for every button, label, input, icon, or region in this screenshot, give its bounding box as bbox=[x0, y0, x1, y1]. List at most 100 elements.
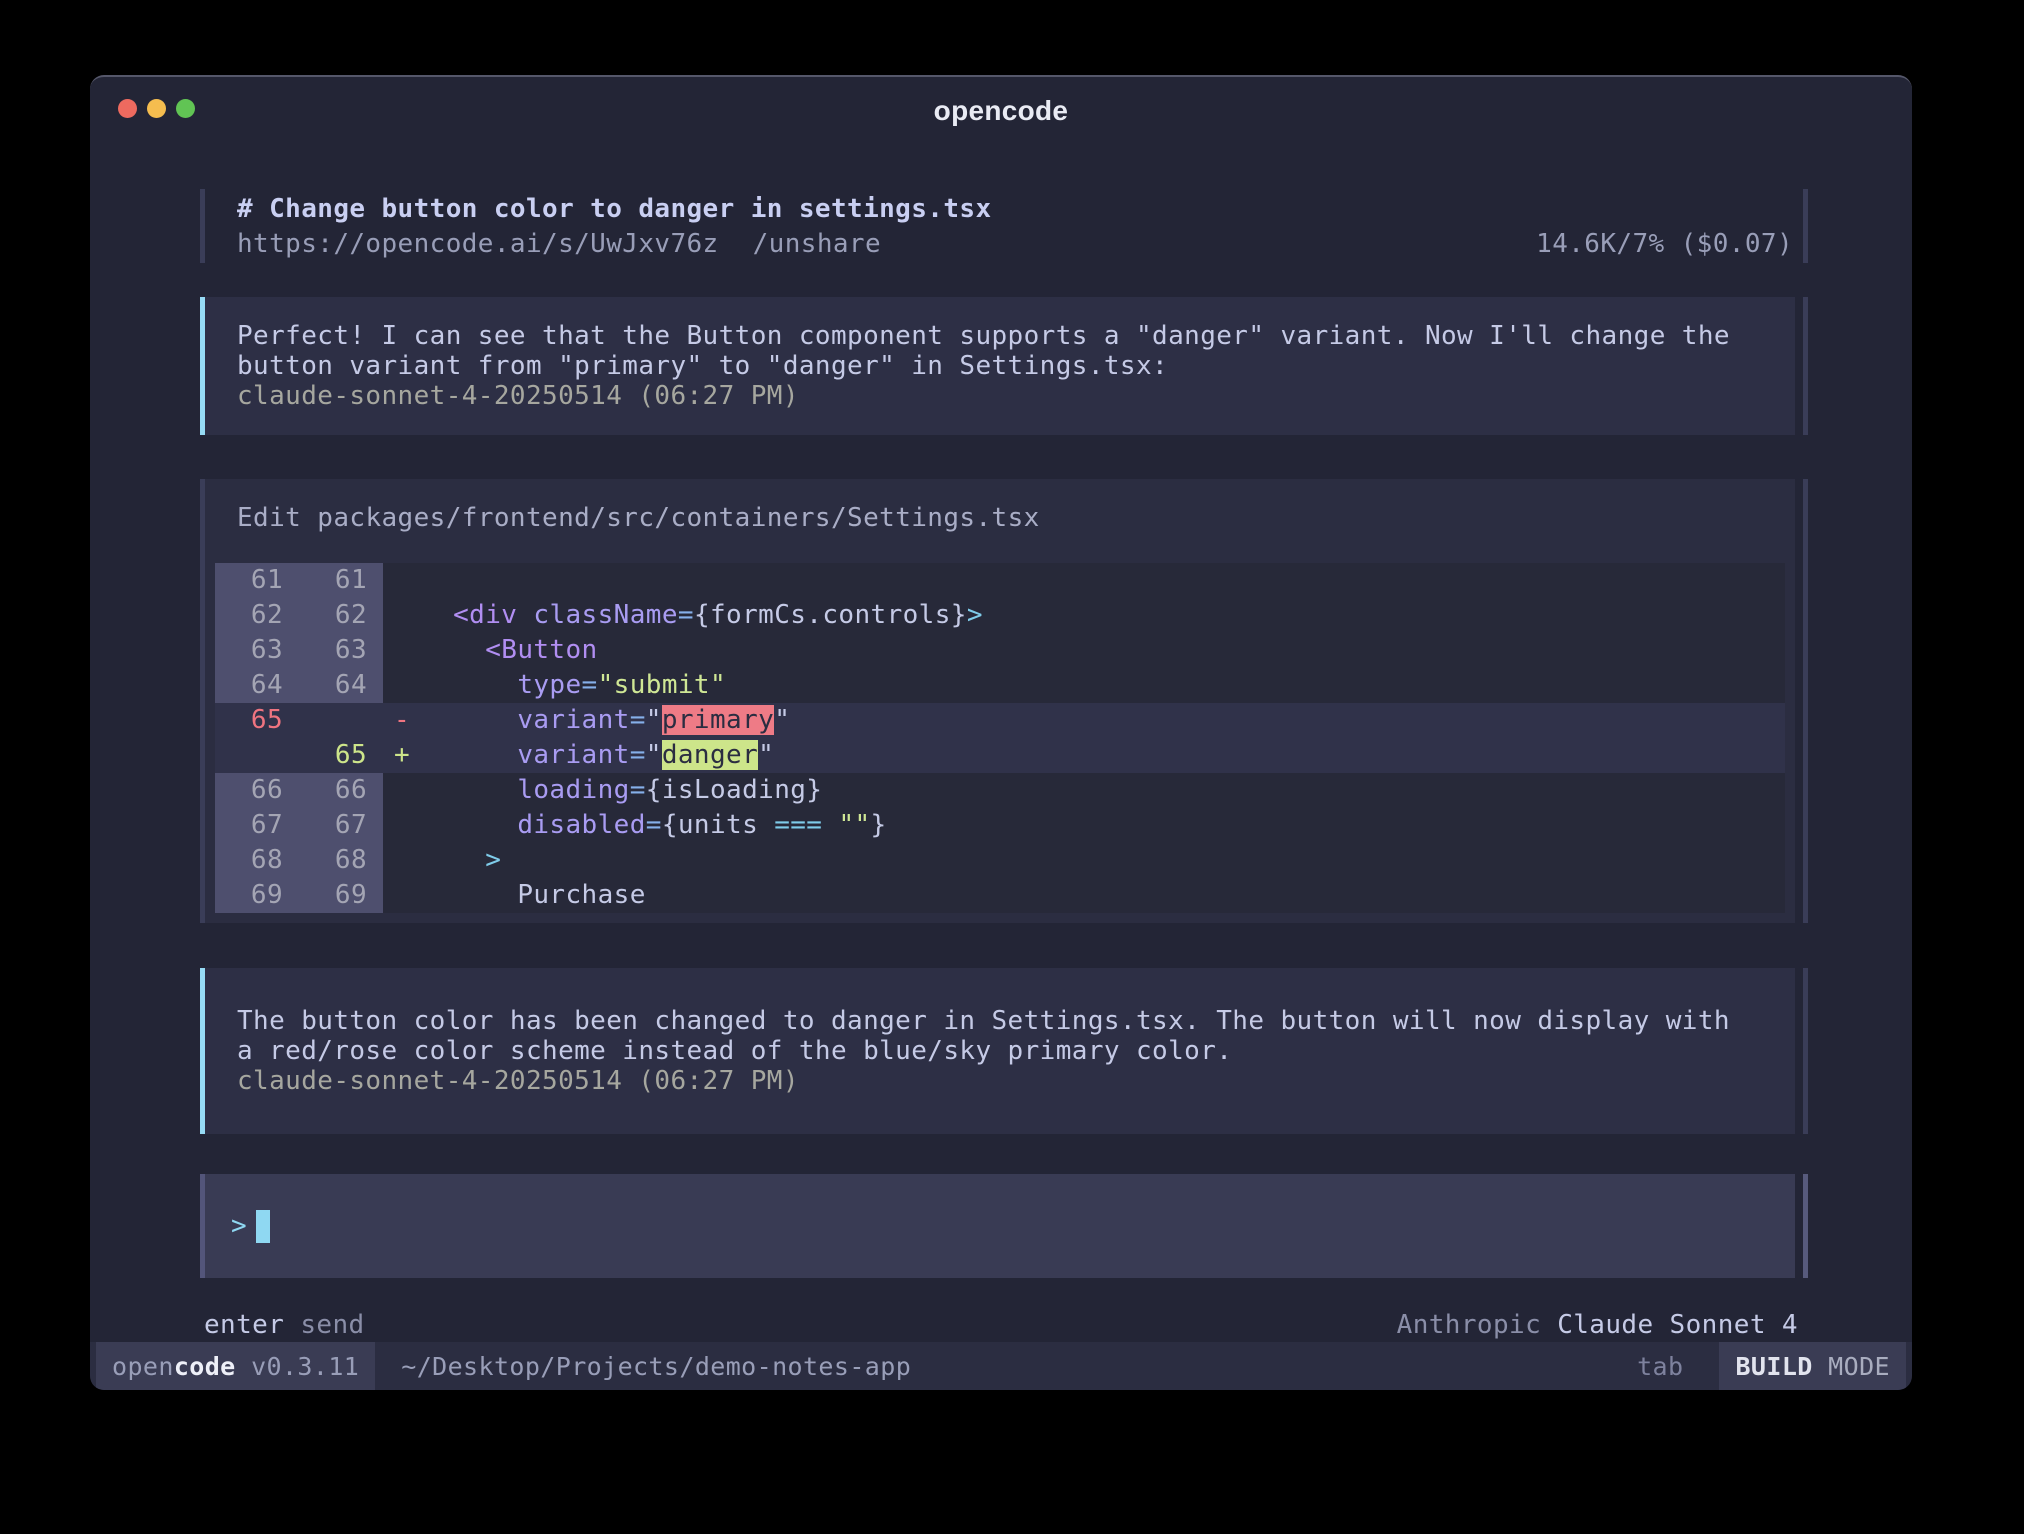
code-token bbox=[517, 600, 533, 630]
code-token: = bbox=[678, 600, 694, 630]
diff-row: 6969 Purchase bbox=[215, 878, 1785, 913]
diff-old-line-number: 61 bbox=[215, 563, 287, 598]
code-token: variant bbox=[517, 740, 629, 770]
diff-row: 6262 <div className={formCs.controls}> bbox=[215, 598, 1785, 633]
cwd-path: ~/Desktop/Projects/demo-notes-app bbox=[401, 1352, 911, 1381]
code-token bbox=[421, 705, 517, 735]
code-token: > bbox=[485, 845, 501, 875]
code-token: className bbox=[533, 600, 677, 630]
diff-old-line-number: 62 bbox=[215, 598, 287, 633]
diff-new-line-number: 61 bbox=[287, 563, 383, 598]
code-token: <Button bbox=[485, 635, 597, 665]
code-token bbox=[421, 635, 485, 665]
prompt-symbol: > bbox=[231, 1211, 247, 1241]
code-token: = bbox=[630, 705, 646, 735]
diff-gutter: 6161 bbox=[215, 563, 383, 598]
code-token bbox=[421, 845, 485, 875]
code-token: variant bbox=[517, 705, 629, 735]
diff-new-line-number: 65 bbox=[287, 738, 383, 773]
code-token bbox=[421, 810, 517, 840]
code-token: === bbox=[774, 810, 822, 840]
diff-gutter: 6464 bbox=[215, 668, 383, 703]
assistant-message: Perfect! I can see that the Button compo… bbox=[200, 297, 1808, 435]
input-right-border bbox=[1803, 1174, 1808, 1278]
diff-new-line-number: 63 bbox=[287, 633, 383, 668]
diff-marker bbox=[383, 598, 421, 633]
diff-old-line-number: 68 bbox=[215, 843, 287, 878]
text-cursor bbox=[256, 1210, 270, 1243]
diff-gutter: 6868 bbox=[215, 843, 383, 878]
code-token: = bbox=[646, 810, 662, 840]
message-text: Perfect! I can see that the Button compo… bbox=[237, 321, 1771, 381]
diff-gutter: 6767 bbox=[215, 808, 383, 843]
diff-code: <div className={formCs.controls}> bbox=[421, 598, 1785, 633]
code-token: " bbox=[646, 740, 662, 770]
diff-old-line-number: 67 bbox=[215, 808, 287, 843]
model-label: Claude Sonnet 4 bbox=[1557, 1308, 1798, 1342]
diff-new-line-number: 68 bbox=[287, 843, 383, 878]
enter-key-hint: enter bbox=[204, 1308, 284, 1342]
message-line: Perfect! I can see that the Button compo… bbox=[237, 321, 1771, 351]
session-header: # Change button color to danger in setti… bbox=[200, 189, 1808, 263]
diff-row: 6666 loading={isLoading} bbox=[215, 773, 1785, 808]
unshare-action[interactable]: /unshare bbox=[753, 227, 881, 261]
message-text: The button color has been changed to dan… bbox=[237, 1006, 1771, 1066]
status-bar: opencode v0.3.11 ~/Desktop/Projects/demo… bbox=[90, 1342, 1912, 1390]
diff-old-line-number: 66 bbox=[215, 773, 287, 808]
app-window: opencode # Change button color to danger… bbox=[90, 75, 1912, 1390]
code-token: = bbox=[582, 670, 598, 700]
code-token: = bbox=[630, 775, 646, 805]
diff-row: 6363 <Button bbox=[215, 633, 1785, 668]
window-title: opencode bbox=[90, 95, 1912, 127]
diff-code: loading={isLoading} bbox=[421, 773, 1785, 808]
code-token: loading bbox=[517, 775, 629, 805]
code-token: <div bbox=[453, 600, 517, 630]
app-name-chip: opencode v0.3.11 bbox=[96, 1342, 375, 1390]
build-mode-chip: BUILD MODE bbox=[1719, 1342, 1906, 1390]
diff-marker bbox=[383, 843, 421, 878]
app-name-bold: code bbox=[174, 1352, 236, 1381]
diff-marker bbox=[383, 773, 421, 808]
diff-marker bbox=[383, 808, 421, 843]
diff-row: 65- variant="primary" bbox=[215, 703, 1785, 738]
code-token: " bbox=[774, 705, 790, 735]
diff-old-line-number: 64 bbox=[215, 668, 287, 703]
diff-new-line-number: 66 bbox=[287, 773, 383, 808]
diff-new-line-number: 64 bbox=[287, 668, 383, 703]
diff-marker bbox=[383, 878, 421, 913]
diff-gutter: 65 bbox=[215, 738, 383, 773]
diff-row: 65+ variant="danger" bbox=[215, 738, 1785, 773]
share-url[interactable]: https://opencode.ai/s/UwJxv76z bbox=[237, 227, 719, 261]
diff-marker bbox=[383, 633, 421, 668]
code-token: = bbox=[630, 740, 646, 770]
code-token bbox=[421, 600, 453, 630]
diff-new-line-number: 62 bbox=[287, 598, 383, 633]
mode-primary: BUILD bbox=[1735, 1352, 1812, 1381]
code-token: "submit" bbox=[598, 670, 726, 700]
diff: 61616262 <div className={formCs.controls… bbox=[215, 563, 1785, 913]
edit-action-label: Edit bbox=[237, 503, 317, 533]
code-token: danger bbox=[662, 740, 758, 770]
send-action-label: send bbox=[284, 1308, 364, 1342]
code-token: " bbox=[758, 740, 774, 770]
message-line: The button color has been changed to dan… bbox=[237, 1006, 1771, 1036]
edit-tool-block: Edit packages/frontend/src/containers/Se… bbox=[200, 479, 1808, 923]
diff-new-line-number bbox=[287, 703, 383, 738]
diff-code: <Button bbox=[421, 633, 1785, 668]
diff-code: variant="primary" bbox=[421, 703, 1785, 738]
header-right-border bbox=[1803, 189, 1808, 263]
diff-code bbox=[421, 563, 1785, 598]
prompt-input[interactable]: > bbox=[200, 1174, 1808, 1278]
code-token: Purchase bbox=[421, 880, 646, 910]
edit-right-border bbox=[1803, 479, 1808, 923]
diff-gutter: 6666 bbox=[215, 773, 383, 808]
code-token: {formCs.controls} bbox=[694, 600, 967, 630]
diff-new-line-number: 69 bbox=[287, 878, 383, 913]
diff-row: 6464 type="submit" bbox=[215, 668, 1785, 703]
diff-gutter: 6262 bbox=[215, 598, 383, 633]
provider-label: Anthropic bbox=[1397, 1308, 1558, 1342]
app-name-regular: open bbox=[112, 1352, 174, 1381]
diff-marker bbox=[383, 563, 421, 598]
code-token: } bbox=[871, 810, 887, 840]
diff-row: 6767 disabled={units === ""} bbox=[215, 808, 1785, 843]
